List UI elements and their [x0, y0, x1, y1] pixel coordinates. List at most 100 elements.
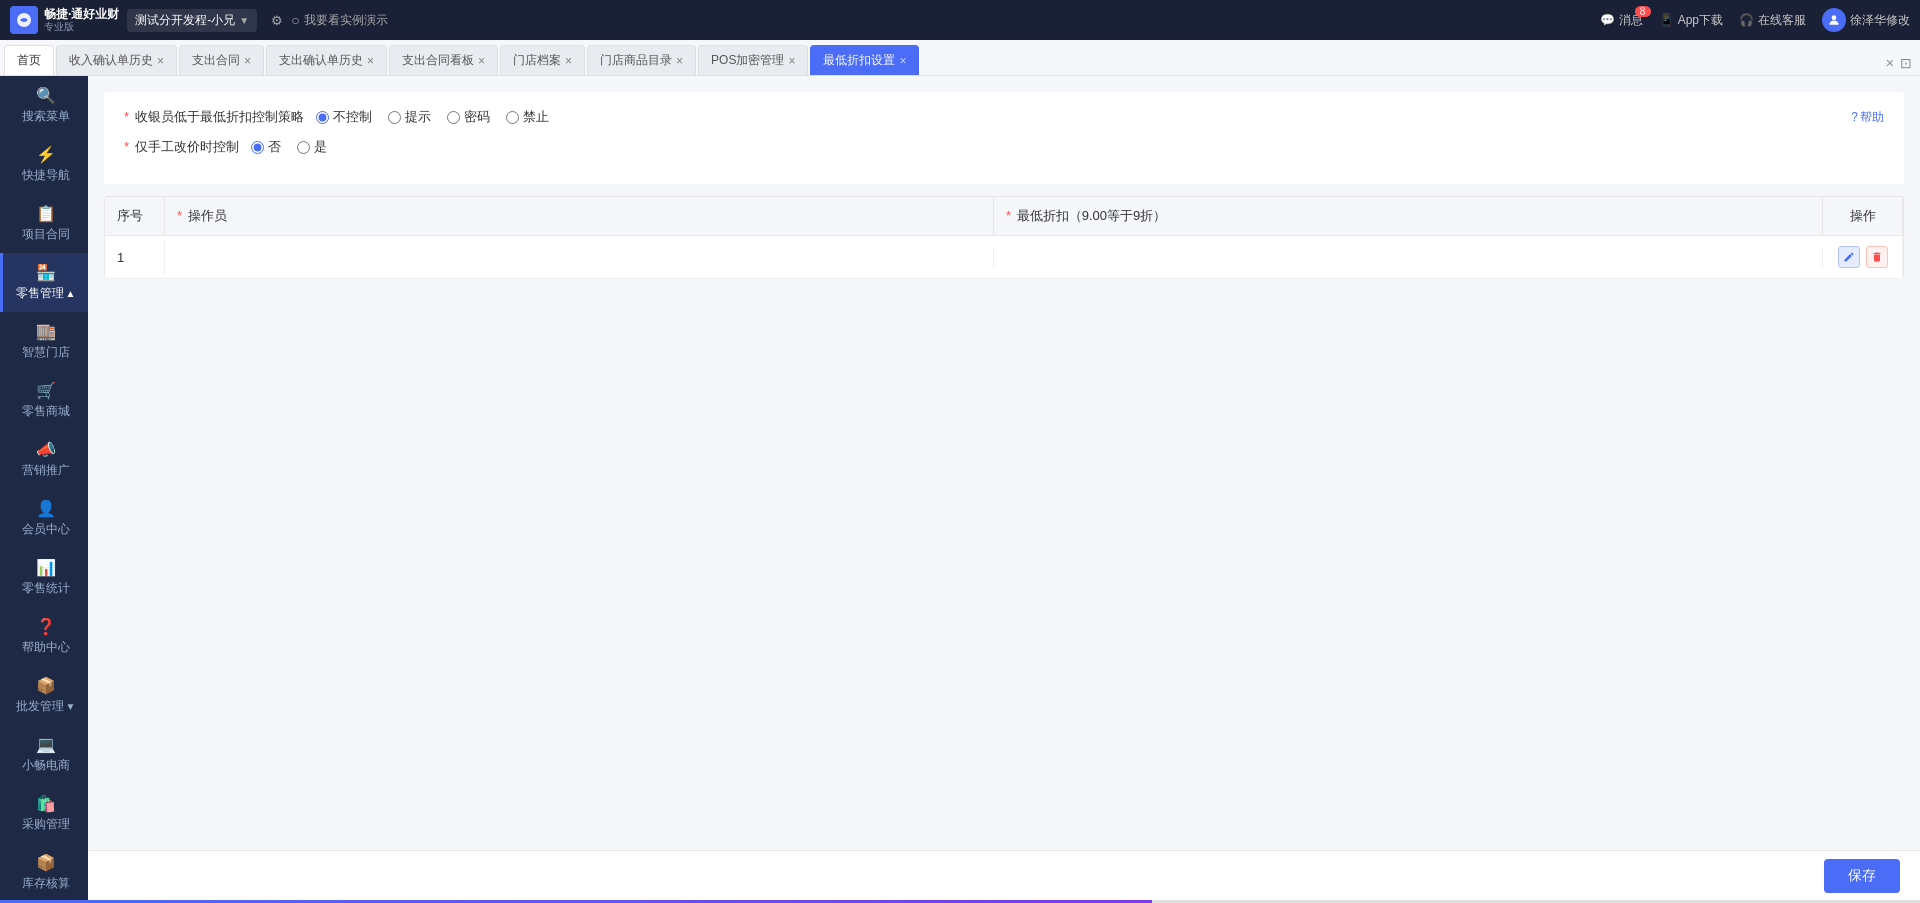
- tab-min-discount-close[interactable]: ×: [899, 55, 906, 67]
- sidebar-item-ecommerce[interactable]: 💻 小畅电商: [0, 725, 88, 784]
- tab-payment-board-label: 支出合同看板: [402, 52, 474, 69]
- help-icon: ❓: [36, 617, 56, 636]
- wholesale-icon: 📦: [36, 676, 56, 695]
- sidebar-item-purchase[interactable]: 🛍️ 采购管理: [0, 784, 88, 843]
- sidebar-item-smart-store[interactable]: 🏬 智慧门店: [0, 312, 88, 371]
- tab-bar-actions: × ⊡: [1878, 55, 1920, 75]
- close-tab-icon[interactable]: ×: [1886, 55, 1894, 71]
- help-link[interactable]: ? 帮助: [1851, 109, 1884, 126]
- help-link-label: 帮助: [1860, 109, 1884, 126]
- tab-payment-contract-label: 支出合同: [192, 52, 240, 69]
- manual-required-star: *: [124, 139, 129, 154]
- sidebar-item-shortcut[interactable]: ⚡ 快捷导航: [0, 135, 88, 194]
- sidebar-item-online-store[interactable]: 🛒 零售商城: [0, 371, 88, 430]
- sidebar-item-help[interactable]: ❓ 帮助中心: [0, 607, 88, 666]
- sidebar-item-project-label: 项目合同: [22, 226, 70, 243]
- tab-payment-confirm-history[interactable]: 支出确认单历史 ×: [266, 45, 387, 75]
- service-button[interactable]: 🎧 在线客服: [1739, 12, 1806, 29]
- app-label: App下载: [1678, 12, 1723, 29]
- sidebar-item-shortcut-label: 快捷导航: [22, 167, 70, 184]
- top-bar: 畅捷·通好业财 专业版 测试分开发程-小兄 ▼ ⚙ ○ 我要看实例演示 💬 消息…: [0, 0, 1920, 40]
- tab-min-discount-label: 最低折扣设置: [823, 52, 895, 69]
- delete-row-button[interactable]: [1866, 246, 1888, 268]
- manual-label: * 仅手工改价时控制: [124, 138, 239, 156]
- manual-radio-group: 否 是: [251, 138, 327, 156]
- tab-store-goods-close[interactable]: ×: [676, 55, 683, 67]
- sidebar-item-inventory-label: 库存核算: [22, 875, 70, 892]
- smart-store-icon: 🏬: [36, 322, 56, 341]
- sidebar-item-retail-stats[interactable]: 📊 零售统计: [0, 548, 88, 607]
- manual-control-row: * 仅手工改价时控制 否 是: [124, 138, 1884, 156]
- table-header: 序号 * 操作员 * 最低折扣（9.00等于9折） 操作: [104, 196, 1904, 236]
- tab-home-label: 首页: [17, 52, 41, 69]
- tab-payment-contract-close[interactable]: ×: [244, 55, 251, 67]
- discount-required-star: *: [1006, 208, 1011, 223]
- cashier-required-star: *: [124, 109, 129, 124]
- top-bar-right: 💬 消息 8 📱 App下载 🎧 在线客服 徐泽华修改: [1600, 8, 1910, 32]
- cashier-radio-remind[interactable]: 提示: [388, 108, 431, 126]
- sidebar-item-purchase-label: 采购管理: [22, 816, 70, 833]
- message-badge: 8: [1635, 6, 1651, 17]
- td-discount-1: [994, 247, 1823, 267]
- sidebar-item-search[interactable]: 🔍 搜索菜单: [0, 76, 88, 135]
- td-seq-1: 1: [105, 240, 165, 275]
- sidebar-item-smart-store-label: 智慧门店: [22, 344, 70, 361]
- cashier-radio-forbid[interactable]: 禁止: [506, 108, 549, 126]
- tab-payment-board-close[interactable]: ×: [478, 55, 485, 67]
- save-button[interactable]: 保存: [1824, 859, 1900, 893]
- demo-link[interactable]: ○ 我要看实例演示: [291, 12, 387, 29]
- tab-pos-password[interactable]: POS加密管理 ×: [698, 45, 808, 75]
- project-selector[interactable]: 测试分开发程-小兄 ▼: [127, 9, 257, 32]
- sidebar-item-wholesale[interactable]: 📦 批发管理 ▼: [0, 666, 88, 725]
- cashier-radio-password-input[interactable]: [447, 111, 460, 124]
- settings-form-card: * 收银员低于最低折扣控制策略 不控制 提示: [104, 92, 1904, 184]
- manual-radio-no-input[interactable]: [251, 141, 264, 154]
- cashier-radio-password-label: 密码: [464, 108, 490, 126]
- cashier-radio-password[interactable]: 密码: [447, 108, 490, 126]
- marketing-icon: 📣: [36, 440, 56, 459]
- sidebar-item-retail[interactable]: 🏪 零售管理 ▲: [0, 253, 88, 312]
- sidebar-item-marketing[interactable]: 📣 营销推广: [0, 430, 88, 489]
- tab-store-goods[interactable]: 门店商品目录 ×: [587, 45, 696, 75]
- cashier-radio-group: 不控制 提示 密码 禁止: [316, 108, 549, 126]
- service-label: 在线客服: [1758, 12, 1806, 29]
- user-profile[interactable]: 徐泽华修改: [1822, 8, 1910, 32]
- sidebar-item-marketing-label: 营销推广: [22, 462, 70, 479]
- tab-payment-board[interactable]: 支出合同看板 ×: [389, 45, 498, 75]
- cashier-radio-forbid-input[interactable]: [506, 111, 519, 124]
- tab-pos-password-close[interactable]: ×: [788, 55, 795, 67]
- manual-radio-yes[interactable]: 是: [297, 138, 327, 156]
- settings-icon[interactable]: ⚙: [271, 13, 283, 28]
- logo-icon: [10, 6, 38, 34]
- app-download-button[interactable]: 📱 App下载: [1659, 12, 1723, 29]
- tab-store-archive-close[interactable]: ×: [565, 55, 572, 67]
- cashier-radio-remind-input[interactable]: [388, 111, 401, 124]
- tab-income-history-close[interactable]: ×: [157, 55, 164, 67]
- tab-store-archive[interactable]: 门店档案 ×: [500, 45, 585, 75]
- sidebar-item-member[interactable]: 👤 会员中心: [0, 489, 88, 548]
- sidebar-item-wholesale-label: 批发管理: [16, 698, 64, 715]
- tab-payment-confirm-history-close[interactable]: ×: [367, 55, 374, 67]
- sidebar-item-project[interactable]: 📋 项目合同: [0, 194, 88, 253]
- th-action: 操作: [1823, 197, 1903, 235]
- edit-row-button[interactable]: [1838, 246, 1860, 268]
- member-icon: 👤: [36, 499, 56, 518]
- sidebar-item-ecommerce-label: 小畅电商: [22, 757, 70, 774]
- tab-income-history[interactable]: 收入确认单历史 ×: [56, 45, 177, 75]
- sidebar: 🔍 搜索菜单 ⚡ 快捷导航 📋 项目合同 🏪 零售管理 ▲ 🏬 智慧门店 🛒 零…: [0, 76, 88, 900]
- tab-home[interactable]: 首页: [4, 45, 54, 75]
- cashier-radio-remind-label: 提示: [405, 108, 431, 126]
- cashier-radio-no-control-input[interactable]: [316, 111, 329, 124]
- sidebar-item-inventory[interactable]: 📦 库存核算: [0, 843, 88, 900]
- cashier-radio-no-control[interactable]: 不控制: [316, 108, 372, 126]
- message-button[interactable]: 💬 消息 8: [1600, 12, 1643, 29]
- demo-link-label: 我要看实例演示: [304, 12, 388, 29]
- manual-radio-no[interactable]: 否: [251, 138, 281, 156]
- manual-radio-yes-input[interactable]: [297, 141, 310, 154]
- tab-payment-contract[interactable]: 支出合同 ×: [179, 45, 264, 75]
- restore-tab-icon[interactable]: ⊡: [1900, 55, 1912, 71]
- pro-badge: 专业版: [44, 21, 119, 33]
- tab-min-discount[interactable]: 最低折扣设置 ×: [810, 45, 919, 75]
- th-operator: * 操作员: [165, 197, 994, 235]
- manual-radio-no-label: 否: [268, 138, 281, 156]
